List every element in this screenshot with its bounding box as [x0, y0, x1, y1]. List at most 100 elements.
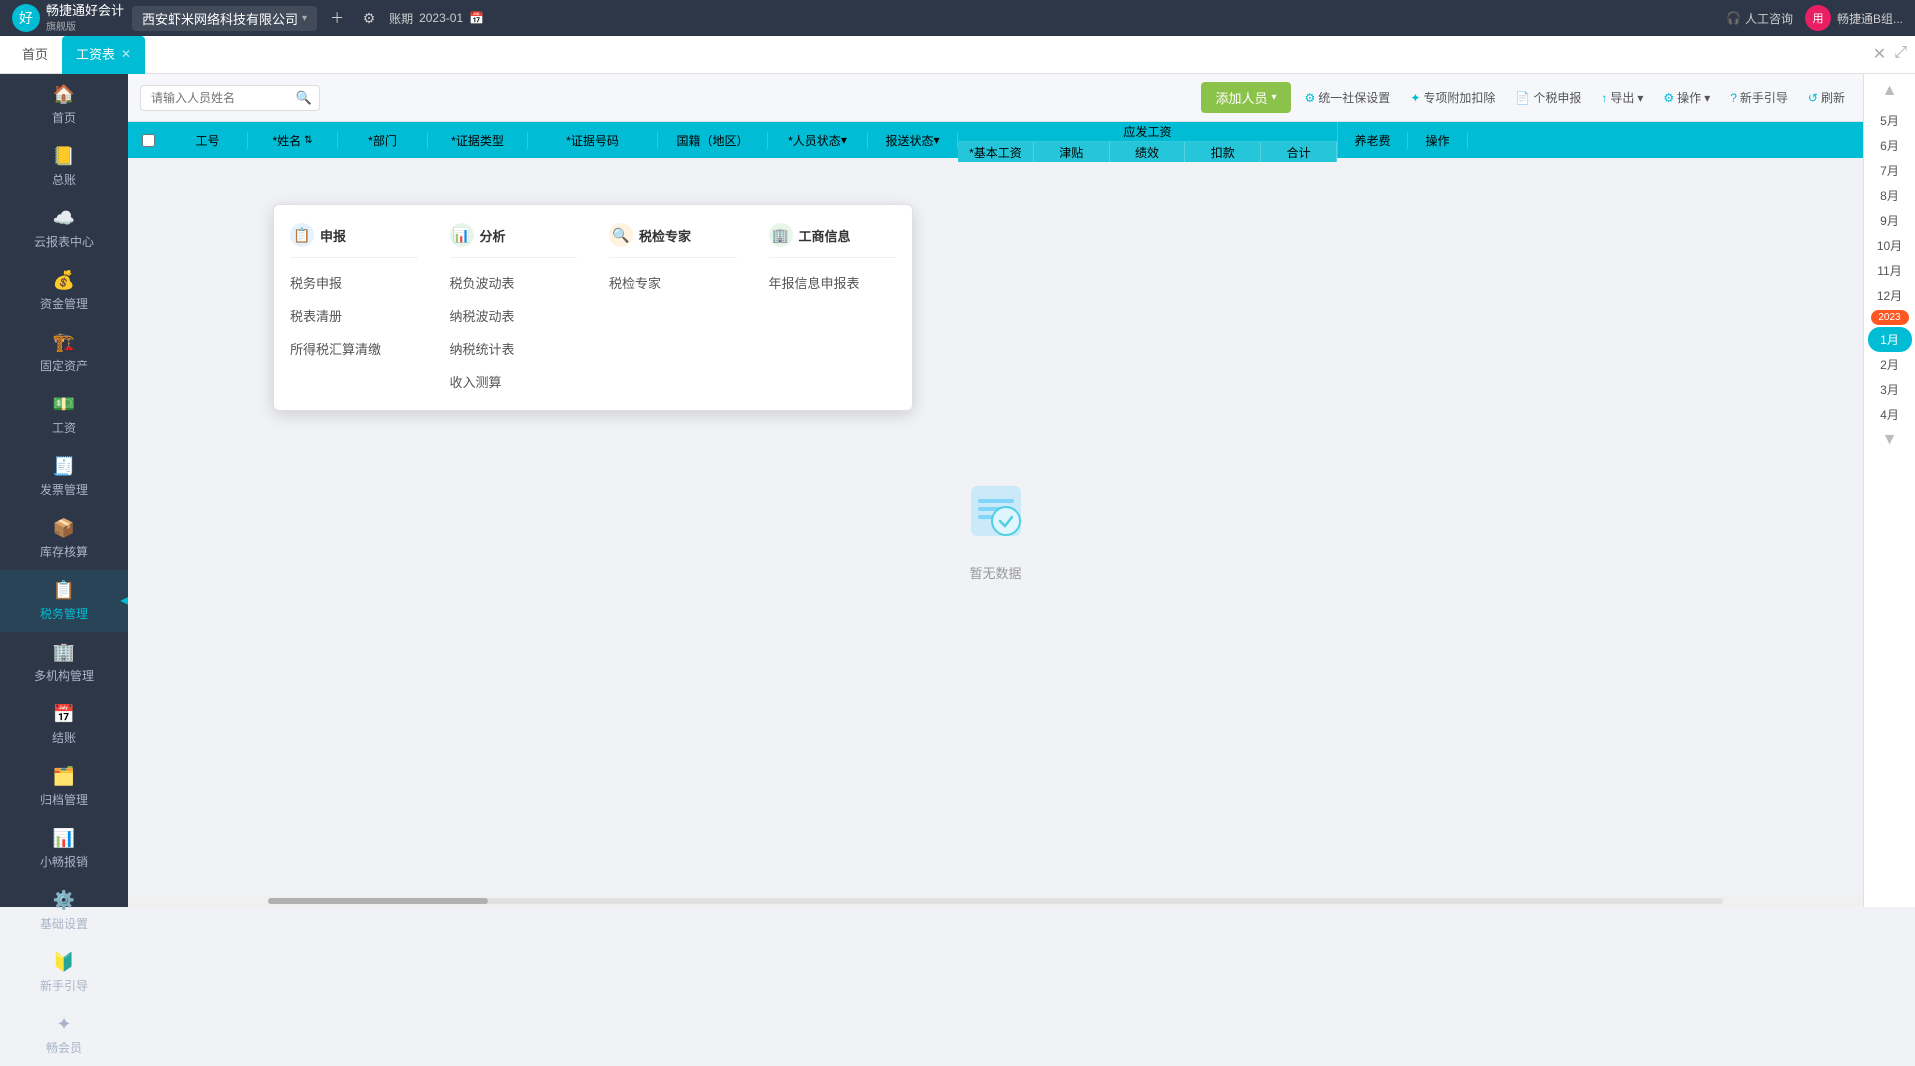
sidebar-item-fund[interactable]: 💰 资金管理 [0, 260, 128, 322]
xiaochang-icon: 📊 [53, 828, 75, 849]
rp-month-8[interactable]: 8月 [1868, 183, 1912, 208]
rp-month-10[interactable]: 10月 [1868, 233, 1912, 258]
rp-month-11[interactable]: 11月 [1868, 258, 1912, 283]
ledger-icon: 📒 [53, 146, 75, 167]
new-guide-btn[interactable]: ? 新手引导 [1724, 85, 1794, 110]
popup-item-income-estimate[interactable]: 收入测算 [450, 365, 578, 398]
popup-col-report: 📋 申报 税务申报 税表清册 所得税汇算清缴 [274, 205, 434, 410]
th-operations: 操作 [1408, 132, 1468, 149]
toolbar: 🔍 添加人员 ▾ ⚙ 统一社保设置 ✦ 专项附加扣除 📄 个税申报 ↑ 导出 [128, 74, 1863, 122]
period-label: 账期 [389, 10, 413, 27]
fixed-assets-icon: 🏗️ [53, 332, 75, 353]
rp-month-7[interactable]: 7月 [1868, 158, 1912, 183]
scrollbar-thumb[interactable] [268, 898, 488, 904]
social-security-icon: ⚙ [1305, 91, 1316, 105]
popup-col-expert: 🔍 税检专家 税检专家 [593, 205, 753, 410]
sidebar-item-close[interactable]: 📅 结账 [0, 694, 128, 756]
sidebar-item-ledger[interactable]: 📒 总账 [0, 136, 128, 198]
rp-down-arrow[interactable]: ▼ [1878, 427, 1902, 453]
sidebar: 🏠 首页 📒 总账 ☁️ 云报表中心 💰 资金管理 🏗️ 固定资产 💵 工资 🧾… [0, 74, 128, 907]
sidebar-label-home: 首页 [52, 109, 76, 126]
tab-home[interactable]: 首页 [8, 36, 62, 74]
sidebar-label-member: 畅会员 [46, 1039, 82, 1056]
popup-item-expert[interactable]: 税检专家 [609, 266, 737, 299]
sidebar-item-xiaochang[interactable]: 📊 小畅报销 [0, 818, 128, 880]
multi-org-icon: 🏢 [53, 642, 75, 663]
rp-up-arrow[interactable]: ▲ [1878, 78, 1902, 104]
refresh-btn[interactable]: ↺ 刷新 [1802, 85, 1851, 110]
scrollbar-track[interactable] [268, 898, 1723, 904]
popup-item-tax-stats[interactable]: 纳税统计表 [450, 332, 578, 365]
th-dept: *部门 [338, 132, 428, 149]
operation-btn[interactable]: ⚙ 操作 ▾ [1657, 85, 1716, 110]
logo-icon: 好 [12, 4, 40, 32]
rp-month-1[interactable]: 1月 [1868, 327, 1912, 352]
sidebar-item-tax[interactable]: 📋 税务管理 ◀ [0, 570, 128, 632]
sidebar-label-inventory: 库存核算 [40, 543, 88, 560]
popup-item-tax-list[interactable]: 税表清册 [290, 299, 418, 332]
search-input[interactable] [140, 85, 320, 111]
popup-col-analysis: 📊 分析 税负波动表 纳税波动表 纳税统计表 收入测算 [434, 205, 594, 410]
rp-month-12[interactable]: 12月 [1868, 283, 1912, 308]
refresh-label: 刷新 [1821, 89, 1845, 106]
popup-item-tax-declaration[interactable]: 税务申报 [290, 266, 418, 299]
export-btn[interactable]: ↑ 导出 ▾ [1595, 85, 1649, 110]
social-security-btn[interactable]: ⚙ 统一社保设置 [1299, 85, 1397, 110]
sidebar-label-multi: 多机构管理 [34, 667, 94, 684]
rp-month-2[interactable]: 2月 [1868, 352, 1912, 377]
th-id-no: *证据号码 [528, 132, 658, 149]
popup-item-annual-report[interactable]: 年报信息申报表 [769, 266, 897, 299]
user-service-btn[interactable]: 🎧 人工咨询 [1726, 10, 1793, 27]
sidebar-item-home[interactable]: 🏠 首页 [0, 74, 128, 136]
new-guide-label: 新手引导 [1740, 89, 1788, 106]
popup-item-tax-wave[interactable]: 纳税波动表 [450, 299, 578, 332]
panel-expand-btn[interactable]: ⤢ [1894, 44, 1907, 64]
main-layout: 🏠 首页 📒 总账 ☁️ 云报表中心 💰 资金管理 🏗️ 固定资产 💵 工资 🧾… [0, 74, 1915, 907]
user-area[interactable]: 用 畅捷通B组... [1805, 5, 1903, 31]
sidebar-item-fixed-assets[interactable]: 🏗️ 固定资产 [0, 322, 128, 384]
select-all-checkbox[interactable] [142, 134, 155, 147]
panel-close-btn[interactable]: ✕ [1873, 44, 1886, 64]
add-company-btn[interactable]: ＋ [325, 6, 349, 30]
sidebar-item-invoice[interactable]: 🧾 发票管理 [0, 446, 128, 508]
sidebar-item-archive[interactable]: 🗂️ 归档管理 [0, 756, 128, 818]
settings-icon[interactable]: ⚙ [357, 6, 381, 30]
rp-month-9[interactable]: 9月 [1868, 208, 1912, 233]
sidebar-label-tax: 税务管理 [40, 605, 88, 622]
th-name[interactable]: *姓名 ⇅ [248, 132, 338, 149]
export-arrow-icon: ▾ [1637, 91, 1643, 105]
sidebar-item-inventory[interactable]: 📦 库存核算 [0, 508, 128, 570]
tax-management-popup: 📋 申报 税务申报 税表清册 所得税汇算清缴 📊 分析 税负波动表 纳税波动表 … [273, 204, 913, 411]
tab-salary-close[interactable]: ✕ [121, 47, 131, 61]
personal-tax-btn[interactable]: 📄 个税申报 [1509, 85, 1587, 110]
sidebar-item-guide[interactable]: 🔰 新手引导 [0, 942, 128, 1004]
sidebar-item-member[interactable]: ✦ 畅会员 [0, 1004, 128, 1066]
th-report-status[interactable]: 报送状态 ▾ [868, 132, 958, 149]
filter-report-icon: ▾ [933, 133, 939, 147]
sidebar-item-cloud-report[interactable]: ☁️ 云报表中心 [0, 198, 128, 260]
sidebar-label-guide: 新手引导 [40, 977, 88, 994]
calendar-icon[interactable]: 📅 [469, 11, 484, 25]
popup-item-income-tax[interactable]: 所得税汇算清缴 [290, 332, 418, 365]
archive-icon: 🗂️ [53, 766, 75, 787]
tab-salary[interactable]: 工资表 ✕ [62, 36, 145, 74]
sidebar-label-ledger: 总账 [52, 171, 76, 188]
tax-icon: 📋 [53, 580, 75, 601]
th-checkbox[interactable] [128, 134, 168, 147]
special-deduct-btn[interactable]: ✦ 专项附加扣除 [1404, 85, 1501, 110]
rp-month-4[interactable]: 4月 [1868, 402, 1912, 427]
add-person-btn[interactable]: 添加人员 ▾ [1201, 82, 1290, 113]
sidebar-item-settings[interactable]: ⚙️ 基础设置 [0, 880, 128, 942]
sidebar-item-multi-org[interactable]: 🏢 多机构管理 [0, 632, 128, 694]
rp-month-6[interactable]: 6月 [1868, 133, 1912, 158]
top-bar-left: 好 畅捷通好会计 旗舰版 西安虾米网络科技有限公司 ▾ ＋ ⚙ 账期 2023-… [12, 3, 484, 34]
sidebar-item-salary[interactable]: 💵 工资 [0, 384, 128, 446]
company-selector[interactable]: 西安虾米网络科技有限公司 ▾ [132, 6, 317, 31]
th-status[interactable]: *人员状态 ▾ [768, 132, 868, 149]
rp-month-3[interactable]: 3月 [1868, 377, 1912, 402]
member-icon: ✦ [56, 1014, 71, 1035]
rp-month-5[interactable]: 5月 [1868, 108, 1912, 133]
popup-item-tax-burden[interactable]: 税负波动表 [450, 266, 578, 299]
sort-name-icon: ⇅ [304, 135, 312, 146]
business-header-icon: 🏢 [769, 223, 793, 247]
